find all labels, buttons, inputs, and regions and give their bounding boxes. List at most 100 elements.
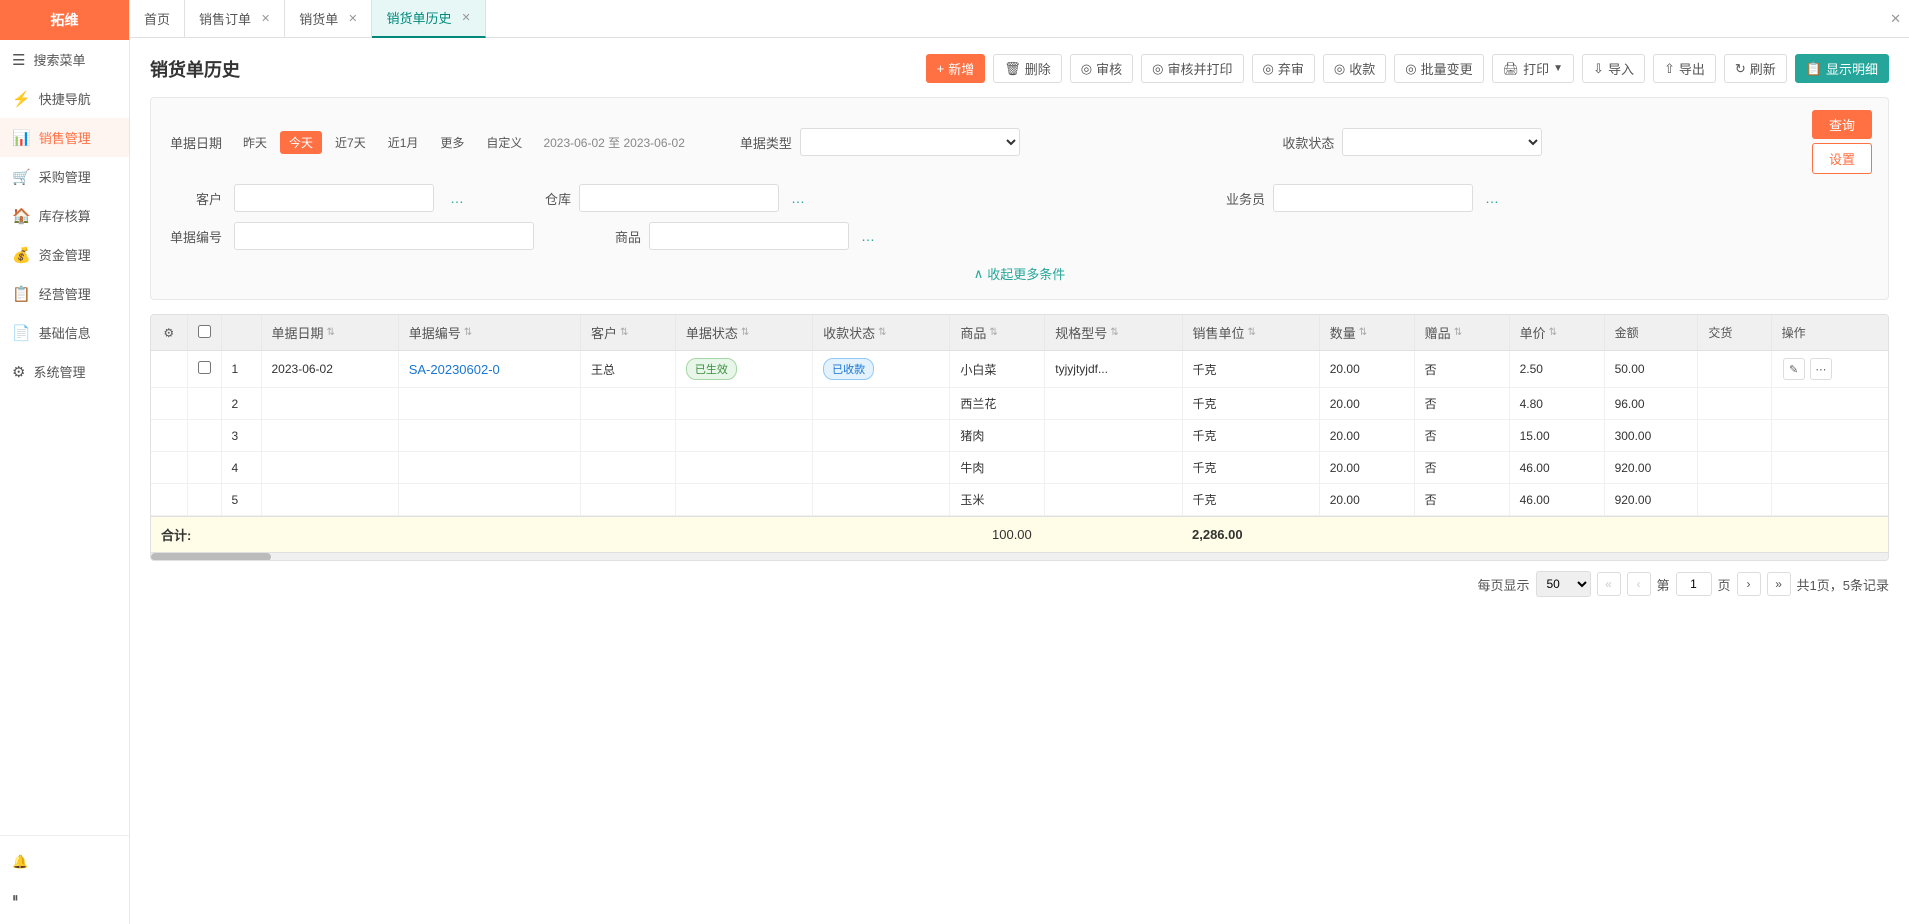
show-detail-button[interactable]: 📋 显示明细 (1795, 54, 1889, 83)
op-th: 操作 (1771, 315, 1888, 351)
qty-th[interactable]: 数量 (1319, 315, 1414, 351)
page-content: 销货单历史 + 新增 🗑 删除 ◎ 审核 ◎ 审核并打印 (130, 38, 1909, 924)
row-no-th (221, 315, 261, 351)
tab-sales-order[interactable]: 销售订单 ✕ (185, 0, 285, 38)
doc-status-sort[interactable]: 单据状态 (686, 323, 749, 342)
chip-7days[interactable]: 近7天 (326, 131, 375, 154)
collect-status-th[interactable]: 收款状态 (813, 315, 950, 351)
tab-bar-end[interactable]: ✕ (1890, 11, 1909, 27)
unit-price-cell: 46.00 (1509, 484, 1604, 516)
unit-sort[interactable]: 销售单位 (1193, 323, 1256, 342)
tab-home[interactable]: 首页 (130, 0, 185, 38)
sidebar-item-sys-mgmt[interactable]: ⚙ 系统管理 (0, 352, 129, 391)
salesman-dots[interactable]: … (1485, 190, 1499, 206)
more-btn[interactable]: ⋯ (1810, 358, 1832, 380)
sidebar-item-ops-mgmt[interactable]: 📋 经营管理 (0, 274, 129, 313)
doc-no-sort[interactable]: 单据编号 (409, 323, 472, 342)
filter-row-3: 单据编号 商品 … (167, 222, 1872, 250)
doc-status-cell: 已生效 (675, 351, 812, 388)
chip-yesterday[interactable]: 昨天 (234, 131, 276, 154)
sidebar-item-quick-nav[interactable]: ⚡ 快捷导航 (0, 79, 129, 118)
collapse-button[interactable]: ∧ 收起更多条件 (167, 260, 1872, 287)
goods-input[interactable] (649, 222, 849, 250)
customer-sort[interactable]: 客户 (591, 323, 628, 342)
chip-today[interactable]: 今天 (280, 131, 322, 154)
page-prev-btn[interactable]: ‹ (1627, 572, 1651, 596)
collect-status-cell (813, 452, 950, 484)
sidebar-notification[interactable]: 🔔 (0, 844, 129, 880)
chip-more[interactable]: 更多 (431, 131, 473, 154)
audit-button[interactable]: ◎ 审核 (1070, 54, 1133, 83)
gift-sort[interactable]: 赠品 (1425, 323, 1462, 342)
doc-date-sort[interactable]: 单据日期 (272, 323, 335, 342)
warehouse-dots[interactable]: … (791, 190, 805, 206)
settings-cell (151, 420, 187, 452)
abandon-button[interactable]: ◎ 弃审 (1252, 54, 1315, 83)
page-size-select[interactable]: 20 50 100 (1536, 571, 1591, 597)
sidebar-item-sales-mgmt[interactable]: 📊 销售管理 (0, 118, 129, 157)
qty-sort[interactable]: 数量 (1330, 323, 1367, 342)
spec-th[interactable]: 规格型号 (1045, 315, 1182, 351)
table-scrollbar[interactable] (151, 552, 1888, 560)
spec-sort[interactable]: 规格型号 (1055, 323, 1118, 342)
doc-type-select[interactable] (800, 128, 1020, 156)
audit-print-button[interactable]: ◎ 审核并打印 (1141, 54, 1243, 83)
page-input[interactable] (1676, 572, 1712, 596)
doc-status-th[interactable]: 单据状态 (675, 315, 812, 351)
doc-no-th[interactable]: 单据编号 (398, 315, 580, 351)
customer-input[interactable] (234, 184, 434, 212)
collect-button[interactable]: ◎ 收款 (1323, 54, 1386, 83)
batch-change-button[interactable]: ◎ 批量变更 (1394, 54, 1483, 83)
collect-status-select[interactable] (1342, 128, 1542, 156)
delete-button[interactable]: 🗑 删除 (993, 54, 1062, 83)
print-button[interactable]: 🖨 打印 ▼ (1492, 54, 1574, 83)
import-button[interactable]: ⇩ 导入 (1582, 54, 1645, 83)
set-button[interactable]: 设置 (1812, 143, 1872, 174)
query-button[interactable]: 查询 (1812, 110, 1872, 139)
unit-price-sort[interactable]: 单价 (1520, 323, 1557, 342)
page-next-btn[interactable]: › (1737, 572, 1761, 596)
doc-no-cell-link[interactable]: SA-20230602-0 (409, 362, 500, 377)
sidebar-item-base-info[interactable]: 📄 基础信息 (0, 313, 129, 352)
tab-sales-invoice-close[interactable]: ✕ (348, 12, 357, 25)
sidebar-item-finance[interactable]: 💰 资金管理 (0, 235, 129, 274)
refresh-button[interactable]: ↻ 刷新 (1724, 54, 1787, 83)
doc-no-input[interactable] (234, 222, 534, 250)
export-button[interactable]: ⇧ 导出 (1653, 54, 1716, 83)
edit-btn[interactable]: ✎ (1783, 358, 1805, 380)
import-label: 导入 (1608, 59, 1634, 78)
doc-date-th[interactable]: 单据日期 (261, 315, 398, 351)
row-checkbox[interactable] (198, 361, 211, 374)
check-th[interactable] (187, 315, 221, 351)
tab-sales-order-close[interactable]: ✕ (261, 12, 270, 25)
goods-sort[interactable]: 商品 (960, 323, 997, 342)
tab-sales-invoice[interactable]: 销货单 ✕ (285, 0, 372, 38)
gift-th[interactable]: 赠品 (1414, 315, 1509, 351)
collect-status-sort[interactable]: 收款状态 (823, 323, 886, 342)
page-first-btn[interactable]: « (1597, 572, 1621, 596)
chip-1month[interactable]: 近1月 (379, 131, 428, 154)
new-button[interactable]: + 新增 (926, 54, 986, 83)
warehouse-input[interactable] (579, 184, 779, 212)
goods-th[interactable]: 商品 (950, 315, 1045, 351)
customer-th[interactable]: 客户 (580, 315, 675, 351)
salesman-input[interactable] (1273, 184, 1473, 212)
check-all[interactable] (198, 325, 211, 338)
sidebar-pause[interactable]: ⏸ (0, 880, 129, 916)
print-dropdown-icon: ▼ (1553, 63, 1563, 74)
settings-th[interactable]: ⚙ (151, 315, 187, 351)
sidebar-item-inventory[interactable]: 🏠 库存核算 (0, 196, 129, 235)
chip-custom[interactable]: 自定义 (477, 131, 531, 154)
table-scrollbar-thumb[interactable] (151, 553, 271, 561)
goods-label: 商品 (586, 227, 641, 246)
unit-price-th[interactable]: 单价 (1509, 315, 1604, 351)
sidebar-item-purchase-mgmt[interactable]: 🛒 采购管理 (0, 157, 129, 196)
tab-sales-history[interactable]: 销货单历史 ✕ (372, 0, 485, 38)
sidebar-item-search-menu[interactable]: ☰ 搜索菜单 (0, 40, 129, 79)
unit-th[interactable]: 销售单位 (1182, 315, 1319, 351)
customer-dots[interactable]: … (450, 190, 464, 206)
salesman-label: 业务员 (1210, 189, 1265, 208)
page-last-btn[interactable]: » (1767, 572, 1791, 596)
goods-dots[interactable]: … (861, 228, 875, 244)
tab-sales-history-close[interactable]: ✕ (462, 11, 471, 24)
